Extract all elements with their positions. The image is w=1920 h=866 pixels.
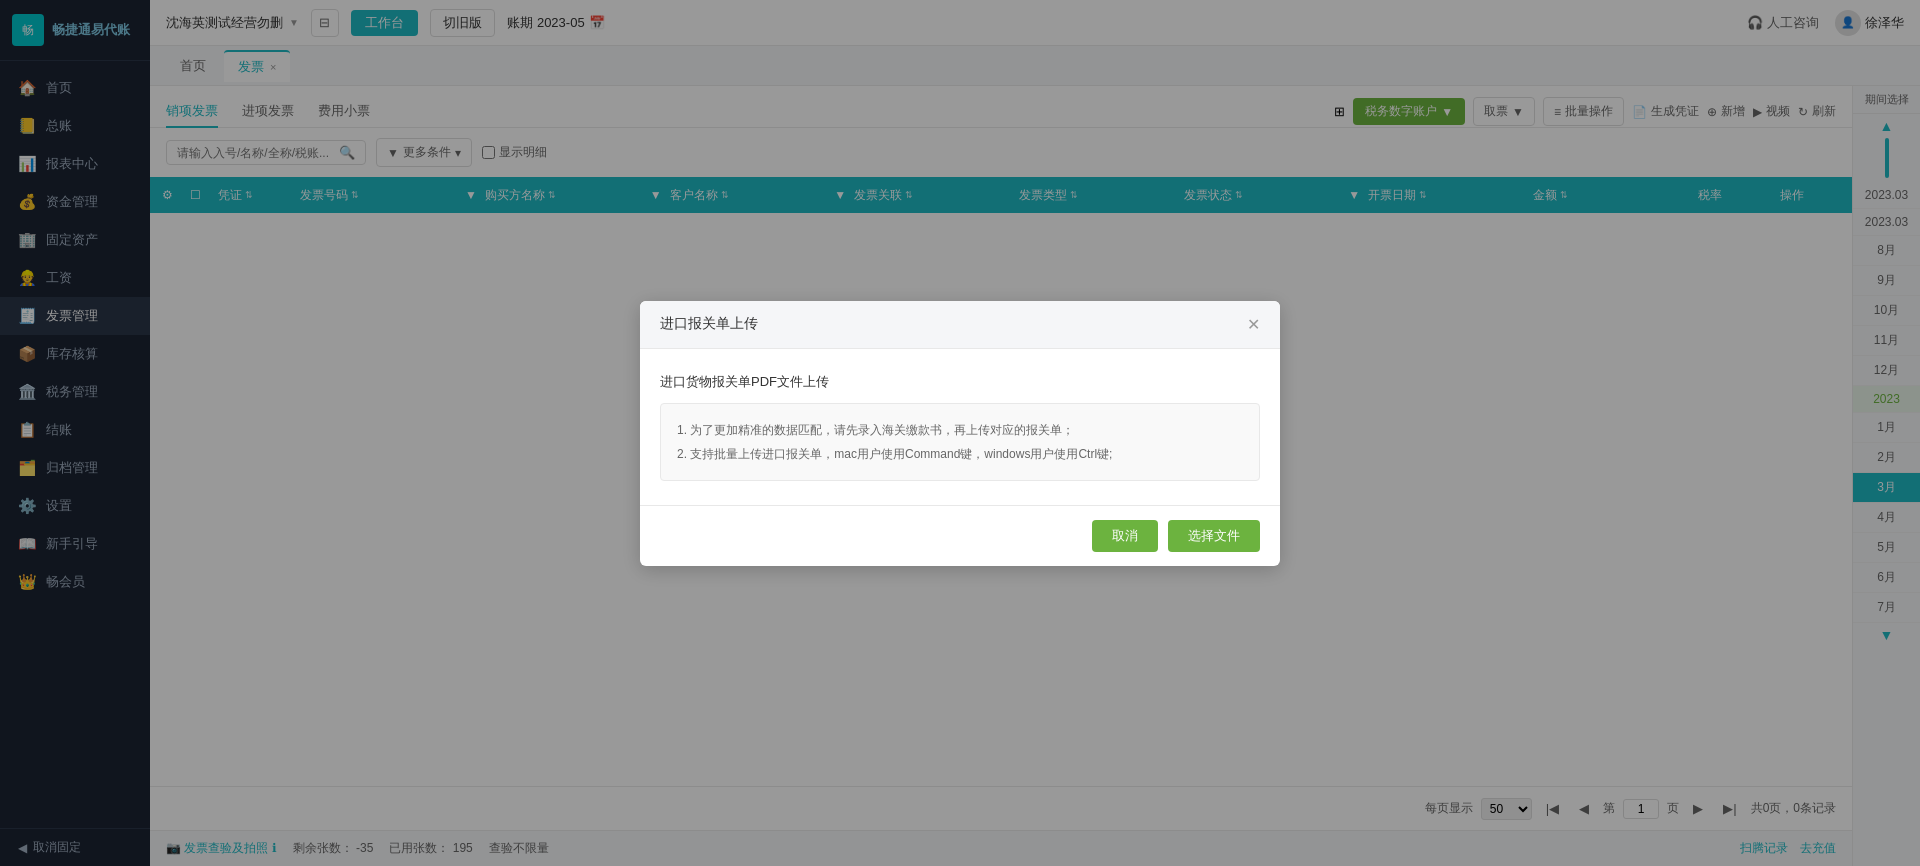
modal-footer: 取消 选择文件: [640, 505, 1280, 566]
modal-title: 进口报关单上传: [660, 315, 758, 333]
modal-select-file-button[interactable]: 选择文件: [1168, 520, 1260, 552]
modal-cancel-button[interactable]: 取消: [1092, 520, 1158, 552]
modal-overlay: 进口报关单上传 ✕ 进口货物报关单PDF文件上传 1. 为了更加精准的数据匹配，…: [0, 0, 1920, 866]
modal-section-title: 进口货物报关单PDF文件上传: [660, 373, 1260, 391]
modal-info-item-1: 1. 为了更加精准的数据匹配，请先录入海关缴款书，再上传对应的报关单；: [677, 418, 1243, 442]
modal-close-icon[interactable]: ✕: [1247, 315, 1260, 334]
modal-body: 进口货物报关单PDF文件上传 1. 为了更加精准的数据匹配，请先录入海关缴款书，…: [640, 349, 1280, 505]
import-customs-modal: 进口报关单上传 ✕ 进口货物报关单PDF文件上传 1. 为了更加精准的数据匹配，…: [640, 301, 1280, 566]
modal-info-box: 1. 为了更加精准的数据匹配，请先录入海关缴款书，再上传对应的报关单； 2. 支…: [660, 403, 1260, 481]
modal-header: 进口报关单上传 ✕: [640, 301, 1280, 349]
modal-info-item-2: 2. 支持批量上传进口报关单，mac用户使用Command键，windows用户…: [677, 442, 1243, 466]
